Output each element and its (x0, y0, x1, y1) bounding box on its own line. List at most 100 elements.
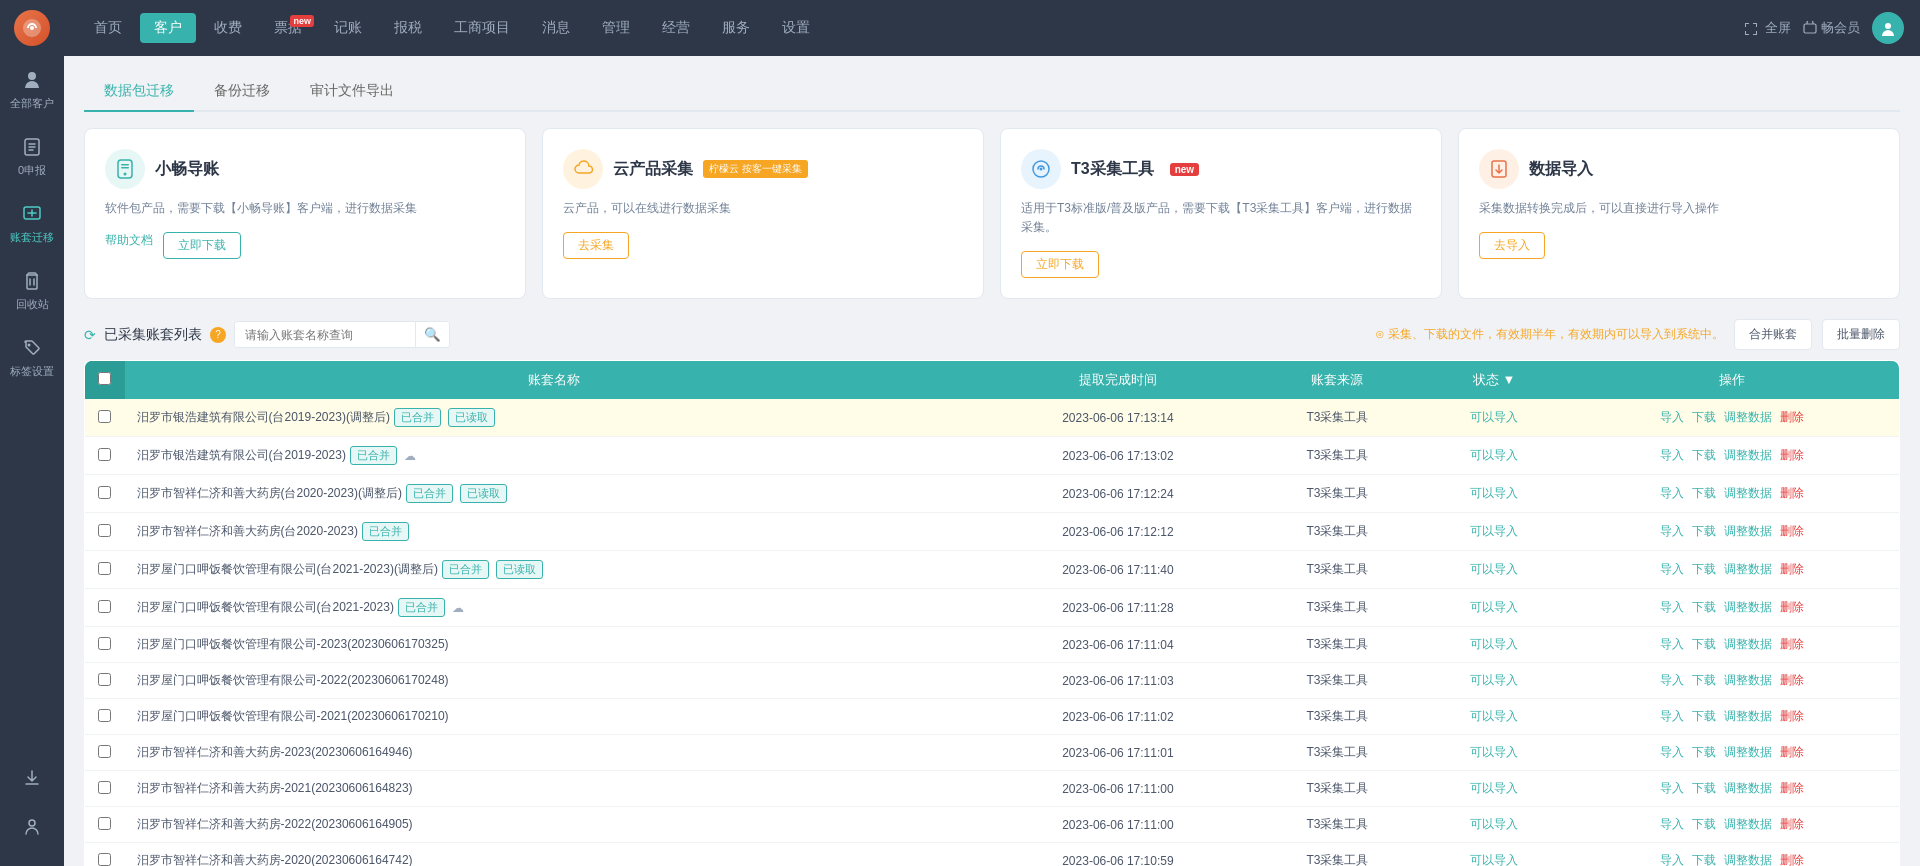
action-调整数据[interactable]: 调整数据 (1724, 523, 1772, 540)
sidebar-item-all-customers[interactable]: 全部客户 (0, 56, 64, 123)
action-调整数据[interactable]: 调整数据 (1724, 485, 1772, 502)
action-下载[interactable]: 下载 (1692, 409, 1716, 426)
select-all-checkbox[interactable] (98, 372, 111, 385)
action-下载[interactable]: 下载 (1692, 636, 1716, 653)
action-调整数据[interactable]: 调整数据 (1724, 708, 1772, 725)
row-checkbox[interactable] (98, 448, 111, 461)
action-删除[interactable]: 删除 (1780, 636, 1804, 653)
sidebar-item-download[interactable] (0, 754, 64, 802)
action-删除[interactable]: 删除 (1780, 852, 1804, 866)
tab-data-migration[interactable]: 数据包迁移 (84, 72, 194, 112)
sidebar-item-account-migration[interactable]: 账套迁移 (0, 190, 64, 257)
action-调整数据[interactable]: 调整数据 (1724, 672, 1772, 689)
fullscreen-btn[interactable]: 全屏 (1744, 19, 1791, 37)
action-删除[interactable]: 删除 (1780, 708, 1804, 725)
nav-settings[interactable]: 设置 (768, 13, 824, 43)
nav-management[interactable]: 管理 (588, 13, 644, 43)
action-导入[interactable]: 导入 (1660, 636, 1684, 653)
user-avatar[interactable] (1872, 12, 1904, 44)
action-导入[interactable]: 导入 (1660, 780, 1684, 797)
action-调整数据[interactable]: 调整数据 (1724, 852, 1772, 866)
action-导入[interactable]: 导入 (1660, 523, 1684, 540)
member-btn[interactable]: 畅会员 (1803, 19, 1860, 37)
app-logo[interactable] (0, 0, 64, 56)
action-调整数据[interactable]: 调整数据 (1724, 636, 1772, 653)
help-doc-btn[interactable]: 帮助文档 (105, 232, 153, 259)
nav-customer[interactable]: 客户 (140, 13, 196, 43)
row-checkbox[interactable] (98, 410, 111, 423)
action-删除[interactable]: 删除 (1780, 816, 1804, 833)
action-导入[interactable]: 导入 (1660, 852, 1684, 866)
action-导入[interactable]: 导入 (1660, 744, 1684, 761)
row-checkbox[interactable] (98, 817, 111, 830)
tab-backup-migration[interactable]: 备份迁移 (194, 72, 290, 112)
action-导入[interactable]: 导入 (1660, 708, 1684, 725)
action-删除[interactable]: 删除 (1780, 485, 1804, 502)
row-checkbox[interactable] (98, 709, 111, 722)
col-status[interactable]: 状态 ▼ (1423, 361, 1566, 400)
list-info-icon[interactable]: ? (210, 327, 226, 343)
row-checkbox[interactable] (98, 524, 111, 537)
row-checkbox[interactable] (98, 853, 111, 866)
row-checkbox[interactable] (98, 637, 111, 650)
nav-message[interactable]: 消息 (528, 13, 584, 43)
nav-accounting[interactable]: 记账 (320, 13, 376, 43)
sidebar-item-tag-settings[interactable]: 标签设置 (0, 324, 64, 391)
action-下载[interactable]: 下载 (1692, 447, 1716, 464)
action-调整数据[interactable]: 调整数据 (1724, 599, 1772, 616)
action-删除[interactable]: 删除 (1780, 523, 1804, 540)
row-checkbox[interactable] (98, 600, 111, 613)
sidebar-item-profile[interactable] (0, 802, 64, 850)
action-删除[interactable]: 删除 (1780, 447, 1804, 464)
nav-home[interactable]: 首页 (80, 13, 136, 43)
action-删除[interactable]: 删除 (1780, 672, 1804, 689)
action-导入[interactable]: 导入 (1660, 409, 1684, 426)
action-导入[interactable]: 导入 (1660, 447, 1684, 464)
action-删除[interactable]: 删除 (1780, 409, 1804, 426)
action-删除[interactable]: 删除 (1780, 744, 1804, 761)
action-下载[interactable]: 下载 (1692, 672, 1716, 689)
row-checkbox[interactable] (98, 486, 111, 499)
nav-tax[interactable]: 报税 (380, 13, 436, 43)
action-调整数据[interactable]: 调整数据 (1724, 561, 1772, 578)
go-collect-btn[interactable]: 去采集 (563, 232, 629, 259)
batch-delete-btn[interactable]: 批量删除 (1822, 319, 1900, 350)
action-下载[interactable]: 下载 (1692, 561, 1716, 578)
action-调整数据[interactable]: 调整数据 (1724, 780, 1772, 797)
action-调整数据[interactable]: 调整数据 (1724, 816, 1772, 833)
search-input[interactable] (235, 323, 415, 347)
action-下载[interactable]: 下载 (1692, 523, 1716, 540)
action-导入[interactable]: 导入 (1660, 672, 1684, 689)
action-调整数据[interactable]: 调整数据 (1724, 447, 1772, 464)
nav-billing[interactable]: 收费 (200, 13, 256, 43)
action-删除[interactable]: 删除 (1780, 599, 1804, 616)
tab-audit-export[interactable]: 审计文件导出 (290, 72, 414, 112)
action-下载[interactable]: 下载 (1692, 780, 1716, 797)
sidebar-item-trash[interactable]: 回收站 (0, 257, 64, 324)
action-调整数据[interactable]: 调整数据 (1724, 744, 1772, 761)
action-下载[interactable]: 下载 (1692, 485, 1716, 502)
action-下载[interactable]: 下载 (1692, 816, 1716, 833)
action-导入[interactable]: 导入 (1660, 485, 1684, 502)
row-checkbox[interactable] (98, 562, 111, 575)
go-import-btn[interactable]: 去导入 (1479, 232, 1545, 259)
action-删除[interactable]: 删除 (1780, 780, 1804, 797)
nav-business[interactable]: 工商项目 (440, 13, 524, 43)
row-checkbox[interactable] (98, 745, 111, 758)
action-调整数据[interactable]: 调整数据 (1724, 409, 1772, 426)
action-导入[interactable]: 导入 (1660, 561, 1684, 578)
refresh-icon[interactable]: ⟳ (84, 327, 96, 343)
action-下载[interactable]: 下载 (1692, 852, 1716, 866)
row-checkbox[interactable] (98, 673, 111, 686)
merge-accounts-btn[interactable]: 合并账套 (1734, 319, 1812, 350)
sidebar-item-zero-report[interactable]: 0申报 (0, 123, 64, 190)
nav-service[interactable]: 服务 (708, 13, 764, 43)
nav-operation[interactable]: 经营 (648, 13, 704, 43)
action-导入[interactable]: 导入 (1660, 816, 1684, 833)
action-删除[interactable]: 删除 (1780, 561, 1804, 578)
search-button[interactable]: 🔍 (415, 322, 449, 347)
action-下载[interactable]: 下载 (1692, 708, 1716, 725)
action-下载[interactable]: 下载 (1692, 744, 1716, 761)
t3-download-btn[interactable]: 立即下载 (1021, 251, 1099, 278)
action-下载[interactable]: 下载 (1692, 599, 1716, 616)
